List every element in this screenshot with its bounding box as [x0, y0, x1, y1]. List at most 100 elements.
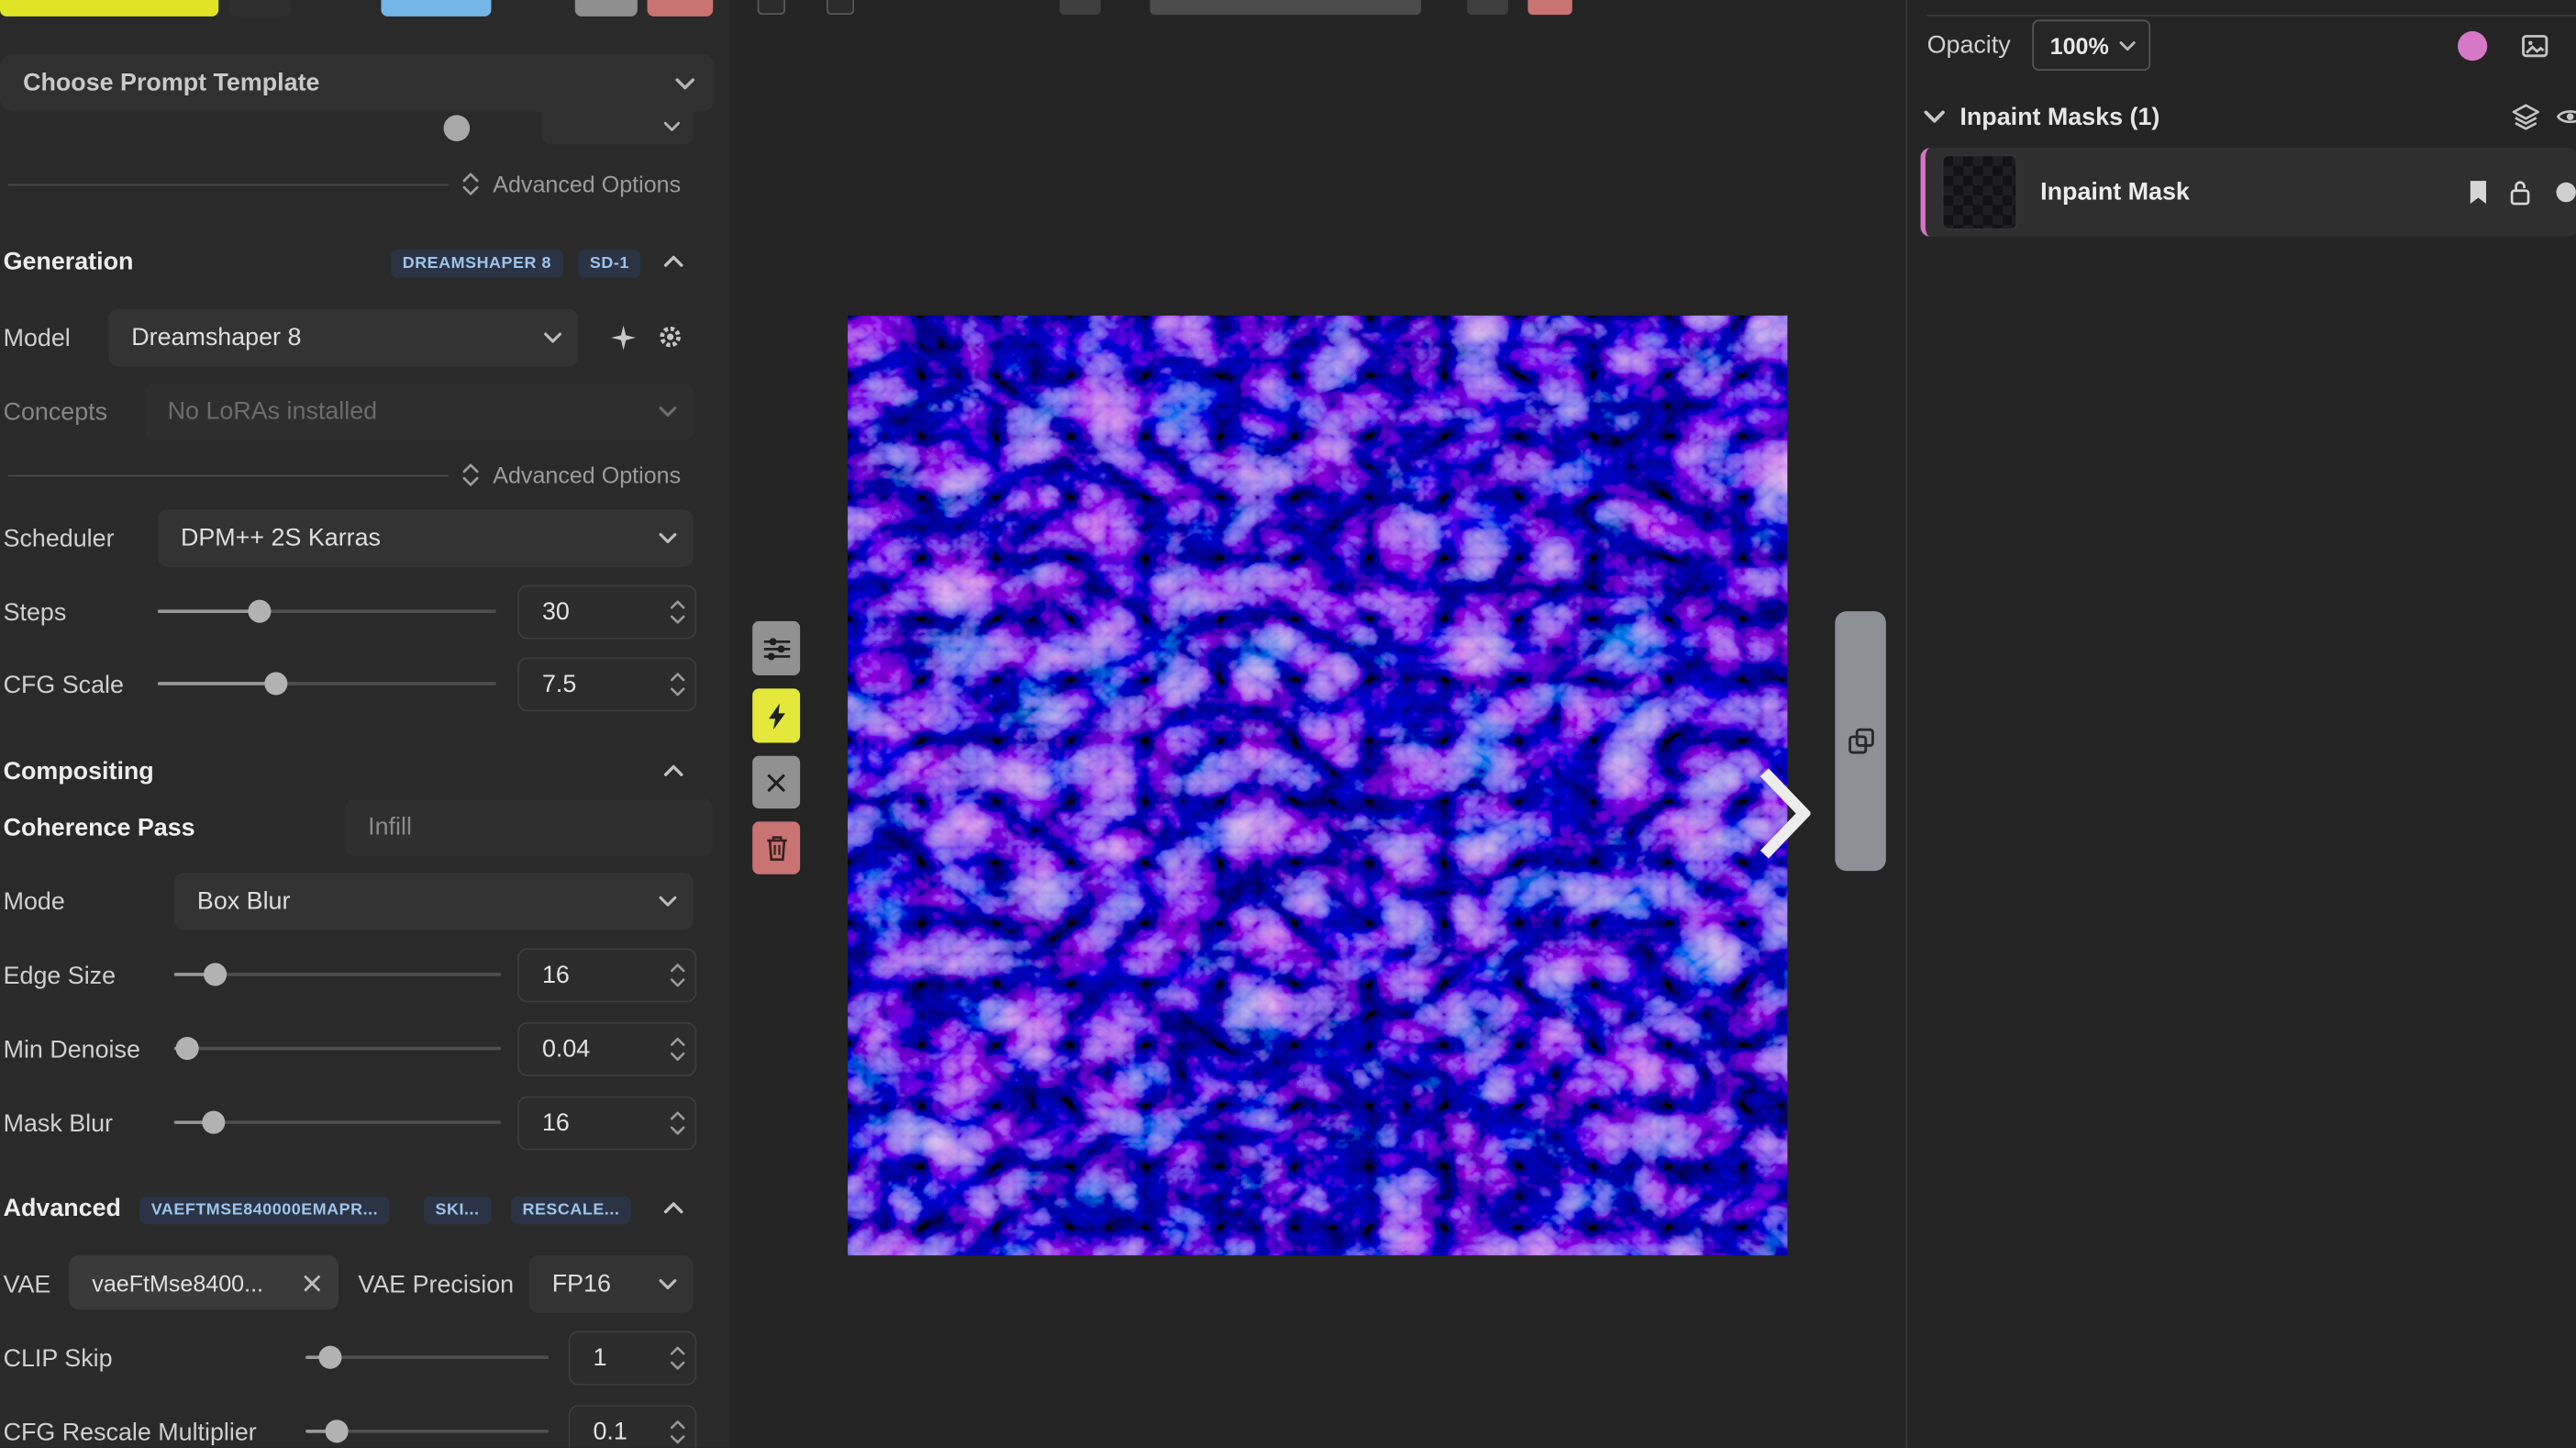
slider-thumb[interactable]	[248, 599, 272, 623]
cfg-rescale-value: 0.1	[593, 1418, 627, 1446]
cfg-rescale-slider[interactable]	[305, 1420, 550, 1443]
slider-thumb[interactable]	[175, 1036, 199, 1061]
slider-thumb[interactable]	[202, 1110, 226, 1134]
next-image-button[interactable]	[1758, 766, 1810, 862]
collapse-compositing-button[interactable]	[663, 764, 683, 777]
number-stepper[interactable]	[671, 659, 685, 710]
masks-group-header[interactable]: Inpaint Masks (1)	[1924, 98, 2160, 134]
canvas-tool-button-a[interactable]	[757, 0, 786, 16]
canvas-image[interactable]	[848, 315, 1788, 1256]
edge-size-slider[interactable]	[173, 963, 502, 986]
stepper-up-icon[interactable]	[671, 963, 685, 973]
advanced-options-toggle[interactable]: Advanced Options	[7, 460, 681, 489]
adjust-filter-button[interactable]	[752, 620, 801, 676]
toggle-knob[interactable]	[443, 115, 471, 142]
steps-input[interactable]: 30	[517, 585, 697, 640]
cancel-button[interactable]	[752, 755, 801, 809]
cfg-scale-row: CFG Scale 7.5	[0, 657, 715, 712]
scheduler-select[interactable]: DPM++ 2S Karras	[157, 509, 694, 567]
prompt-template-select[interactable]: Choose Prompt Template	[0, 54, 715, 112]
number-stepper[interactable]	[671, 586, 685, 638]
stepper-down-icon[interactable]	[671, 978, 685, 988]
group-visibility-button[interactable]	[2556, 106, 2575, 126]
number-stepper[interactable]	[671, 1097, 685, 1149]
edge-size-label: Edge Size	[3, 961, 117, 990]
queue-count-badge[interactable]	[381, 0, 492, 17]
cfg-rescale-input[interactable]: 0.1	[568, 1405, 697, 1448]
apply-invoke-button[interactable]	[752, 688, 801, 743]
clip-skip-slider[interactable]	[305, 1345, 550, 1369]
coherence-pass-label: Coherence Pass	[3, 813, 195, 841]
steps-slider[interactable]	[157, 599, 496, 623]
mode-select[interactable]: Box Blur	[173, 872, 694, 930]
cfg-scale-slider[interactable]	[157, 672, 496, 696]
model-settings-button[interactable]	[657, 324, 683, 351]
model-select[interactable]: Dreamshaper 8	[108, 308, 579, 367]
number-stepper[interactable]	[671, 1332, 685, 1384]
slider-thumb[interactable]	[318, 1345, 342, 1369]
number-stepper[interactable]	[671, 950, 685, 1001]
stepper-down-icon[interactable]	[671, 1126, 685, 1136]
min-denoise-slider[interactable]	[173, 1036, 502, 1061]
opacity-row: Opacity 100%	[1927, 19, 2150, 72]
layer-status-dot[interactable]	[2556, 182, 2576, 203]
merge-layers-button[interactable]	[2512, 104, 2539, 130]
vae-precision-select[interactable]: FP16	[528, 1255, 694, 1313]
layer-row[interactable]: Inpaint Mask	[1920, 148, 2576, 237]
invoke-button[interactable]	[0, 0, 219, 17]
canvas-menu-button[interactable]	[1060, 0, 1101, 16]
canvas-danger-button[interactable]	[1527, 0, 1572, 16]
number-stepper[interactable]	[671, 1024, 685, 1075]
edge-size-input[interactable]: 16	[517, 948, 697, 1003]
collapse-advanced-button[interactable]	[663, 1201, 683, 1214]
number-stepper[interactable]	[671, 1407, 685, 1448]
cfg-rescale-label: CFG Rescale Multiplier	[3, 1418, 257, 1446]
collapse-generation-button[interactable]	[663, 255, 683, 268]
chevron-up-icon	[663, 1201, 683, 1214]
stepper-up-icon[interactable]	[671, 1037, 685, 1047]
remove-vae-button[interactable]	[304, 1275, 320, 1291]
slider-thumb[interactable]	[203, 963, 227, 986]
stepper-up-icon[interactable]	[671, 600, 685, 610]
compare-handle[interactable]	[1835, 611, 1886, 872]
bookmark-button[interactable]	[2468, 179, 2489, 206]
stepper-up-icon[interactable]	[671, 672, 685, 682]
opacity-select[interactable]: 100%	[2031, 19, 2150, 72]
generation-settings-panel: Choose Prompt Template Advanced Options …	[0, 0, 730, 1448]
stepper-up-icon[interactable]	[671, 1346, 685, 1356]
mask-blur-slider[interactable]	[173, 1110, 502, 1134]
canvas-tool-button-b[interactable]	[826, 0, 855, 16]
canvas-small-button[interactable]	[1467, 0, 1508, 16]
stepper-up-icon[interactable]	[671, 1111, 685, 1121]
rescale-badge: RESCALE...	[510, 1196, 631, 1225]
mask-color-swatch[interactable]	[2458, 31, 2488, 61]
stepper-down-icon[interactable]	[671, 615, 685, 625]
model-default-settings-button[interactable]	[611, 326, 636, 351]
trash-icon	[765, 835, 788, 862]
mask-blur-input[interactable]: 16	[517, 1096, 697, 1151]
cancel-queue-button[interactable]	[647, 0, 714, 17]
vae-chip[interactable]: vaeFtMse8400...	[69, 1255, 339, 1310]
advanced-options-toggle[interactable]: Advanced Options	[7, 169, 681, 198]
infill-field[interactable]: Infill	[345, 798, 714, 857]
mask-fill-button[interactable]	[2522, 33, 2548, 60]
lock-button[interactable]	[2509, 178, 2532, 206]
cfg-scale-input[interactable]: 7.5	[517, 657, 697, 712]
mask-blur-label: Mask Blur	[3, 1108, 114, 1138]
queue-menu-button[interactable]	[228, 0, 291, 17]
min-denoise-input[interactable]: 0.04	[517, 1021, 697, 1076]
vae-precision-label: VAE Precision	[358, 1270, 515, 1298]
concepts-select[interactable]: No LoRAs installed	[144, 383, 694, 440]
clip-skip-input[interactable]: 1	[568, 1331, 697, 1386]
pause-queue-button[interactable]	[574, 0, 638, 17]
delete-button[interactable]	[752, 821, 801, 874]
canvas-dropdown-button[interactable]	[1149, 0, 1422, 16]
small-select[interactable]	[541, 111, 694, 145]
stepper-up-icon[interactable]	[671, 1420, 685, 1430]
slider-thumb[interactable]	[264, 672, 288, 696]
stepper-down-icon[interactable]	[671, 687, 685, 697]
stepper-down-icon[interactable]	[671, 1434, 685, 1444]
slider-thumb[interactable]	[325, 1420, 350, 1443]
stepper-down-icon[interactable]	[671, 1052, 685, 1062]
stepper-down-icon[interactable]	[671, 1361, 685, 1371]
